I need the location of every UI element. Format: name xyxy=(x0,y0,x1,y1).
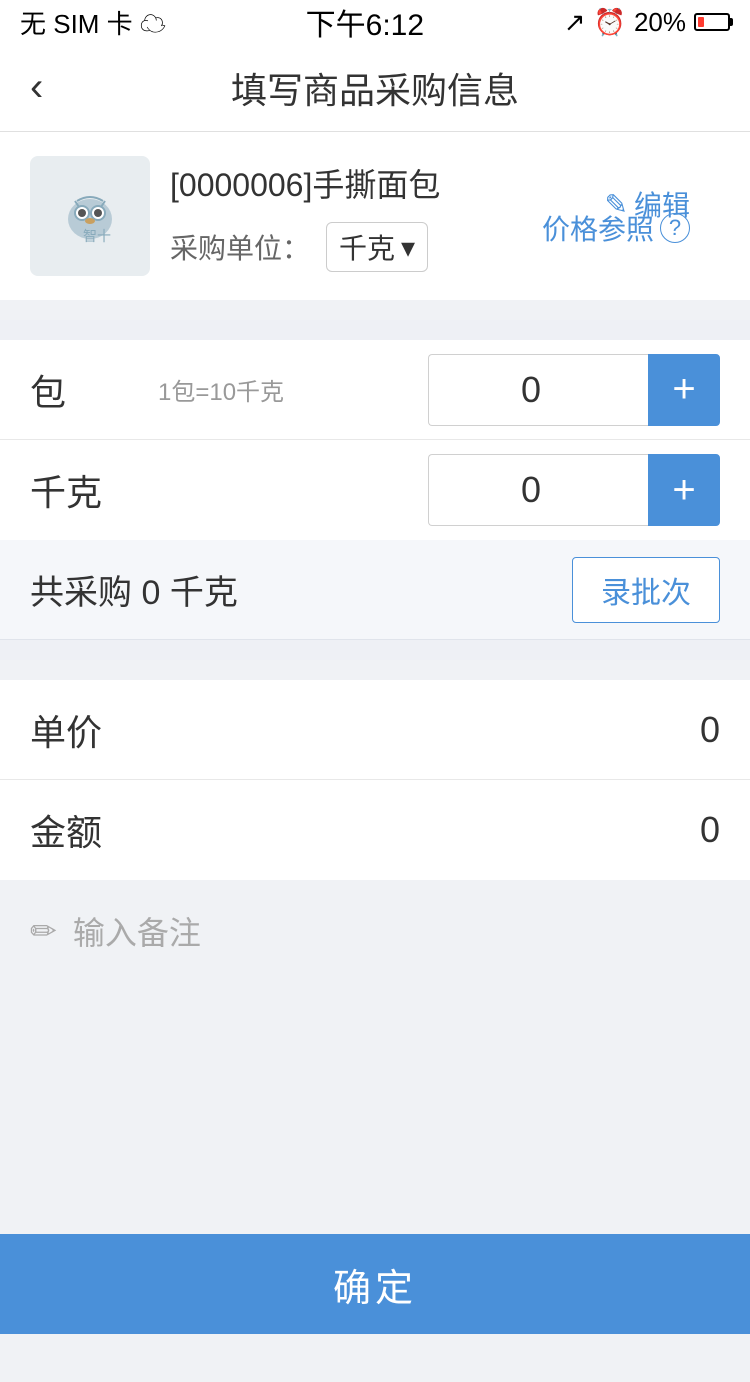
bao-plus-button[interactable]: + xyxy=(648,354,720,426)
status-bar: 无 SIM 卡 ☁ 下午6:12 ↗ ⏰ 20% xyxy=(0,0,750,44)
notes-placeholder: 输入备注 xyxy=(73,908,201,954)
unit-select[interactable]: 千克 ▾ xyxy=(326,222,428,272)
kg-label: 千克 xyxy=(30,464,150,516)
bao-label: 包 xyxy=(30,364,150,416)
no-sim-text: 无 SIM 卡 ☁ xyxy=(20,4,166,41)
product-logo: 智十 xyxy=(55,181,125,251)
price-section: 单价 0 金额 0 xyxy=(0,680,750,880)
bao-row: 包 1包=10千克 + xyxy=(0,340,750,440)
summary-row: 共采购 0 千克 录批次 xyxy=(0,540,750,640)
pencil-icon: ✏ xyxy=(30,912,57,950)
help-icon: ? xyxy=(660,213,690,243)
unit-price-value: 0 xyxy=(700,709,720,751)
input-section: 包 1包=10千克 + 千克 + xyxy=(0,340,750,540)
battery-icon xyxy=(694,13,730,31)
location-icon: ↗ xyxy=(564,7,586,38)
unit-label: 采购单位： xyxy=(170,227,310,267)
summary-text: 共采购 0 千克 xyxy=(30,565,572,614)
amount-label: 金额 xyxy=(30,804,700,856)
kg-input-wrap: + xyxy=(428,454,720,526)
kg-row: 千克 + xyxy=(0,440,750,540)
bao-sublabel: 1包=10千克 xyxy=(158,372,284,407)
bao-input-wrap: + xyxy=(428,354,720,426)
back-button[interactable]: ‹ xyxy=(30,65,43,110)
section-divider-1 xyxy=(0,320,750,340)
nav-bar: ‹ 填写商品采购信息 xyxy=(0,44,750,132)
unit-price-row: 单价 0 xyxy=(0,680,750,780)
product-card: 智十 [0000006]手撕面包 采购单位： 千克 ▾ ✎ 编辑 价格参照 ? xyxy=(0,132,750,300)
chevron-down-icon: ▾ xyxy=(401,231,415,264)
alarm-icon: ⏰ xyxy=(594,7,626,38)
status-bar-left: 无 SIM 卡 ☁ xyxy=(20,4,166,41)
price-reference-button[interactable]: 价格参照 ? xyxy=(542,208,690,248)
product-image: 智十 xyxy=(30,156,150,276)
unit-price-label: 单价 xyxy=(30,704,700,756)
kg-input[interactable] xyxy=(428,454,648,526)
confirm-button[interactable]: 确定 xyxy=(0,1234,750,1334)
section-divider-2 xyxy=(0,640,750,660)
product-info: [0000006]手撕面包 采购单位： 千克 ▾ ✎ 编辑 价格参照 ? xyxy=(170,160,720,272)
svg-text:智十: 智十 xyxy=(83,228,111,244)
amount-row: 金额 0 xyxy=(0,780,750,880)
bao-input[interactable] xyxy=(428,354,648,426)
amount-value: 0 xyxy=(700,809,720,851)
battery-percent: 20% xyxy=(634,7,686,38)
kg-plus-button[interactable]: + xyxy=(648,454,720,526)
page-title: 填写商品采购信息 xyxy=(231,62,519,114)
status-bar-right: ↗ ⏰ 20% xyxy=(564,7,730,38)
batch-button[interactable]: 录批次 xyxy=(572,557,720,623)
notes-section[interactable]: ✏ 输入备注 xyxy=(0,880,750,982)
status-bar-time: 下午6:12 xyxy=(306,0,424,44)
